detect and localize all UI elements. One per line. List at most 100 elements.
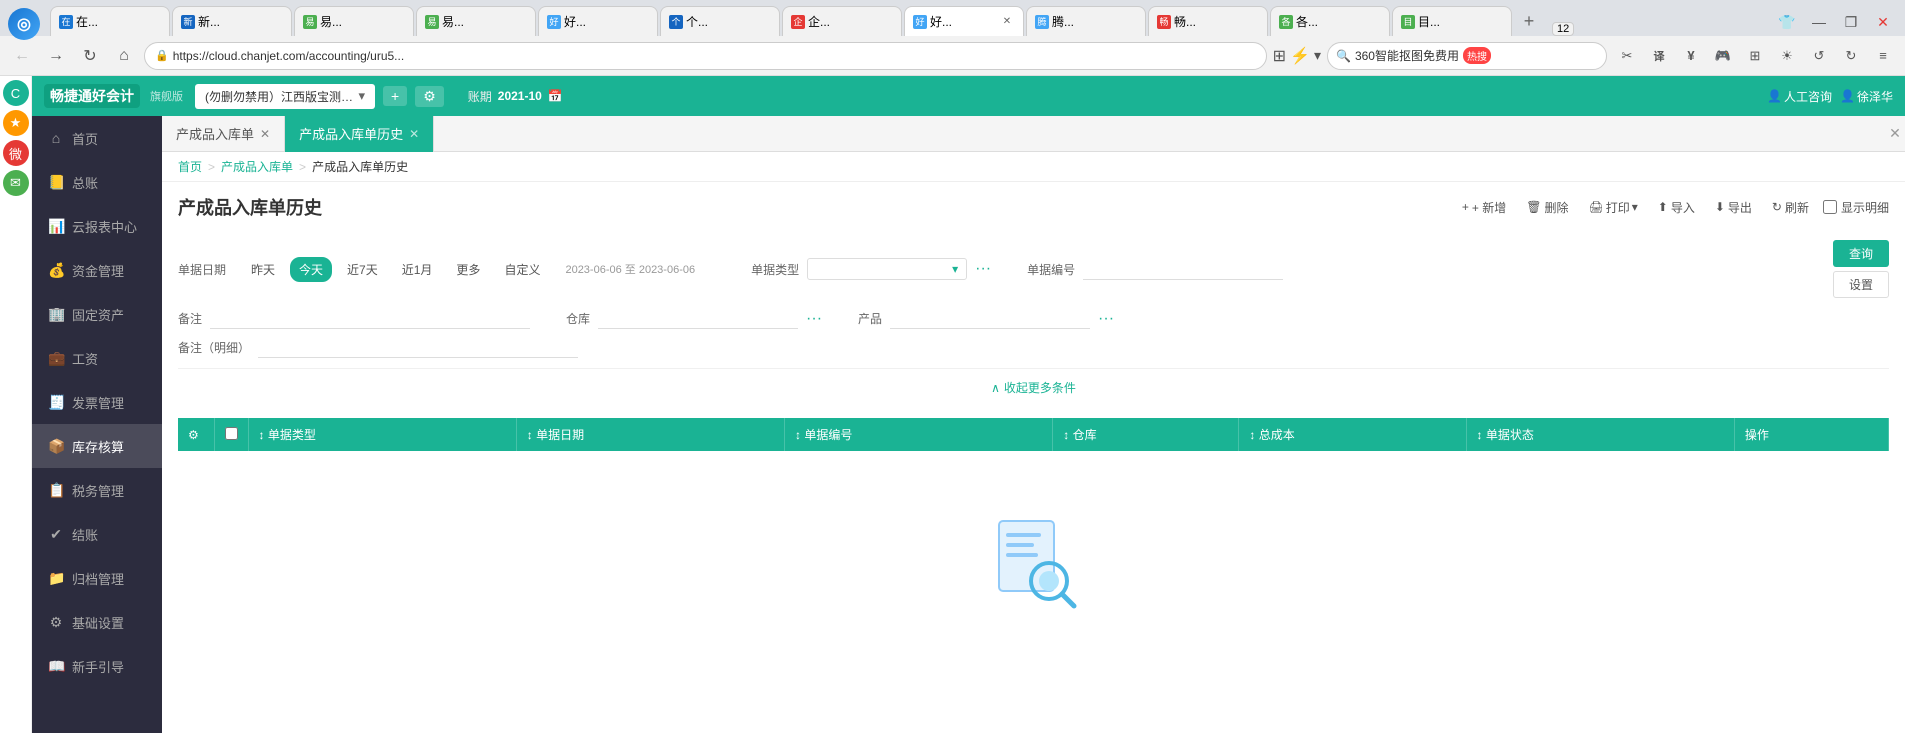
page-tab-list[interactable]: 产成品入库单 ✕ <box>162 116 285 152</box>
date-btn-custom[interactable]: 自定义 <box>495 257 549 282</box>
tab-7[interactable]: 企 企... <box>782 6 902 36</box>
window-shirt-icon[interactable]: 👕 <box>1773 8 1801 36</box>
breadcrumb-list[interactable]: 产成品入库单 <box>221 158 293 175</box>
game-icon[interactable]: 🎮 <box>1709 42 1737 70</box>
detail-note-filter-input[interactable] <box>258 337 578 358</box>
date-btn-more[interactable]: 更多 <box>447 257 489 282</box>
tab-9[interactable]: 腾 腾... <box>1026 6 1146 36</box>
tab-6[interactable]: 个 个... <box>660 6 780 36</box>
grid-icon[interactable]: ⊞ <box>1273 46 1286 66</box>
search-bar[interactable]: 🔍 360智能抠图免费用 热搜 <box>1327 42 1607 70</box>
user-profile-btn[interactable]: 👤 徐泽华 <box>1840 88 1893 105</box>
select-all-checkbox[interactable] <box>225 427 238 440</box>
type-filter-select[interactable]: ▾ <box>807 258 967 280</box>
window-close[interactable]: ✕ <box>1869 8 1897 36</box>
sidebar-item-basic[interactable]: ⚙ 基础设置 <box>32 600 162 644</box>
sidebar-item-fixed[interactable]: 🏢 固定资产 <box>32 292 162 336</box>
menu-icon[interactable]: ≡ <box>1869 42 1897 70</box>
date-btn-today[interactable]: 今天 <box>290 257 332 282</box>
sidebar-item-archive[interactable]: 📁 归档管理 <box>32 556 162 600</box>
collapse-button[interactable]: ∧ 收起更多条件 <box>983 375 1084 400</box>
sidebar-item-ledger[interactable]: 📒 总账 <box>32 160 162 204</box>
calendar-icon[interactable]: 📅 <box>548 89 563 103</box>
tab-8[interactable]: 好 好... ✕ <box>904 6 1024 36</box>
product-filter-dots[interactable]: ··· <box>1098 310 1114 328</box>
ext-changjie-icon[interactable]: C <box>3 80 29 106</box>
undo-icon[interactable]: ↺ <box>1805 42 1833 70</box>
sidebar-item-home[interactable]: ⌂ 首页 <box>32 116 162 160</box>
reload-button[interactable]: ↻ <box>76 42 104 70</box>
sidebar-item-invoice[interactable]: 🧾 发票管理 <box>32 380 162 424</box>
warehouse-filter-input[interactable] <box>598 308 798 329</box>
tab-4[interactable]: 易 易... <box>416 6 536 36</box>
sidebar-item-finance[interactable]: 💰 资金管理 <box>32 248 162 292</box>
translate-icon[interactable]: 译 <box>1645 42 1673 70</box>
ext-mail-icon[interactable]: ✉ <box>3 170 29 196</box>
yuan-icon[interactable]: ¥ <box>1677 42 1705 70</box>
add-button[interactable]: + + 新增 <box>1456 196 1512 219</box>
url-bar[interactable]: 🔒 https://cloud.chanjet.com/accounting/u… <box>144 42 1267 70</box>
th-checkbox[interactable] <box>214 418 248 451</box>
show-detail-checkbox[interactable] <box>1823 200 1837 214</box>
sidebar-item-settle[interactable]: ✔ 结账 <box>32 512 162 556</box>
th-type[interactable]: ↕ 单据类型 <box>248 418 516 451</box>
page-tab-list-close[interactable]: ✕ <box>260 127 270 141</box>
query-button[interactable]: 查询 <box>1833 240 1889 267</box>
warehouse-filter-dots[interactable]: ··· <box>806 310 822 328</box>
close-panel-btn[interactable]: ✕ <box>1885 124 1905 144</box>
sidebar-item-guide[interactable]: 📖 新手引导 <box>32 644 162 688</box>
lightning-icon[interactable]: ⚡ <box>1290 46 1310 66</box>
tab-8-close[interactable]: ✕ <box>999 14 1015 30</box>
page-tab-history-close[interactable]: ✕ <box>409 127 419 141</box>
new-tab-button[interactable]: + <box>1514 6 1544 36</box>
type-filter-dots[interactable]: ··· <box>975 260 991 278</box>
back-button[interactable]: ← <box>8 42 36 70</box>
tab-12[interactable]: 目 目... <box>1392 6 1512 36</box>
customer-service-btn[interactable]: 👤 人工咨询 <box>1767 88 1832 105</box>
company-selector[interactable]: (勿删勿禁用）江西版宝测试专用 ▾ <box>195 84 375 109</box>
date-btn-1month[interactable]: 近1月 <box>393 257 442 282</box>
date-btn-7days[interactable]: 近7天 <box>338 257 387 282</box>
dropdown-icon[interactable]: ▾ <box>1314 47 1321 64</box>
product-filter-input[interactable] <box>890 308 1090 329</box>
tab-10[interactable]: 畅 畅... <box>1148 6 1268 36</box>
number-filter-input[interactable] <box>1083 259 1283 280</box>
window-restore[interactable]: ❐ <box>1837 8 1865 36</box>
ext-weibo-icon[interactable]: 微 <box>3 140 29 166</box>
tab-2[interactable]: 新 新... <box>172 6 292 36</box>
refresh-button[interactable]: ↻ 刷新 <box>1766 196 1815 219</box>
th-gear[interactable]: ⚙ <box>178 418 214 451</box>
page-tab-history[interactable]: 产成品入库单历史 ✕ <box>285 116 434 152</box>
breadcrumb-home[interactable]: 首页 <box>178 158 202 175</box>
export-button[interactable]: ⬇ 导出 <box>1709 196 1758 219</box>
window-minimize[interactable]: — <box>1805 8 1833 36</box>
add-company-btn[interactable]: + <box>383 86 407 106</box>
sidebar-item-inventory[interactable]: 📦 库存核算 <box>32 424 162 468</box>
th-date[interactable]: ↕ 单据日期 <box>516 418 784 451</box>
date-btn-yesterday[interactable]: 昨天 <box>242 257 284 282</box>
import-button[interactable]: ⬆ 导入 <box>1652 196 1701 219</box>
tab-1[interactable]: 在 在... <box>50 6 170 36</box>
th-warehouse[interactable]: ↕ 仓库 <box>1053 418 1239 451</box>
tab-3[interactable]: 易 易... <box>294 6 414 36</box>
print-button[interactable]: 🖨 打印 ▾ <box>1582 196 1643 219</box>
th-number[interactable]: ↕ 单据编号 <box>785 418 1053 451</box>
tab-count-badge[interactable]: 12 <box>1548 22 1574 36</box>
sidebar-item-salary[interactable]: 💼 工资 <box>32 336 162 380</box>
tab-5[interactable]: 好 好... <box>538 6 658 36</box>
settings-company-btn[interactable]: ⚙ <box>415 86 444 107</box>
apps-icon[interactable]: ⊞ <box>1741 42 1769 70</box>
ext-star-icon[interactable]: ★ <box>3 110 29 136</box>
tab-11[interactable]: 各 各... <box>1270 6 1390 36</box>
theme-icon[interactable]: ☀ <box>1773 42 1801 70</box>
forward-button[interactable]: → <box>42 42 70 70</box>
home-button[interactable]: ⌂ <box>110 42 138 70</box>
settings-button[interactable]: 设置 <box>1833 271 1889 298</box>
delete-button[interactable]: 🗑 删除 <box>1520 196 1574 219</box>
sidebar-item-report[interactable]: 📊 云报表中心 <box>32 204 162 248</box>
note-filter-input[interactable] <box>210 308 530 329</box>
redo-icon[interactable]: ↻ <box>1837 42 1865 70</box>
sidebar-item-tax[interactable]: 📋 税务管理 <box>32 468 162 512</box>
scissors-icon[interactable]: ✂ <box>1613 42 1641 70</box>
th-cost[interactable]: ↕ 总成本 <box>1239 418 1466 451</box>
